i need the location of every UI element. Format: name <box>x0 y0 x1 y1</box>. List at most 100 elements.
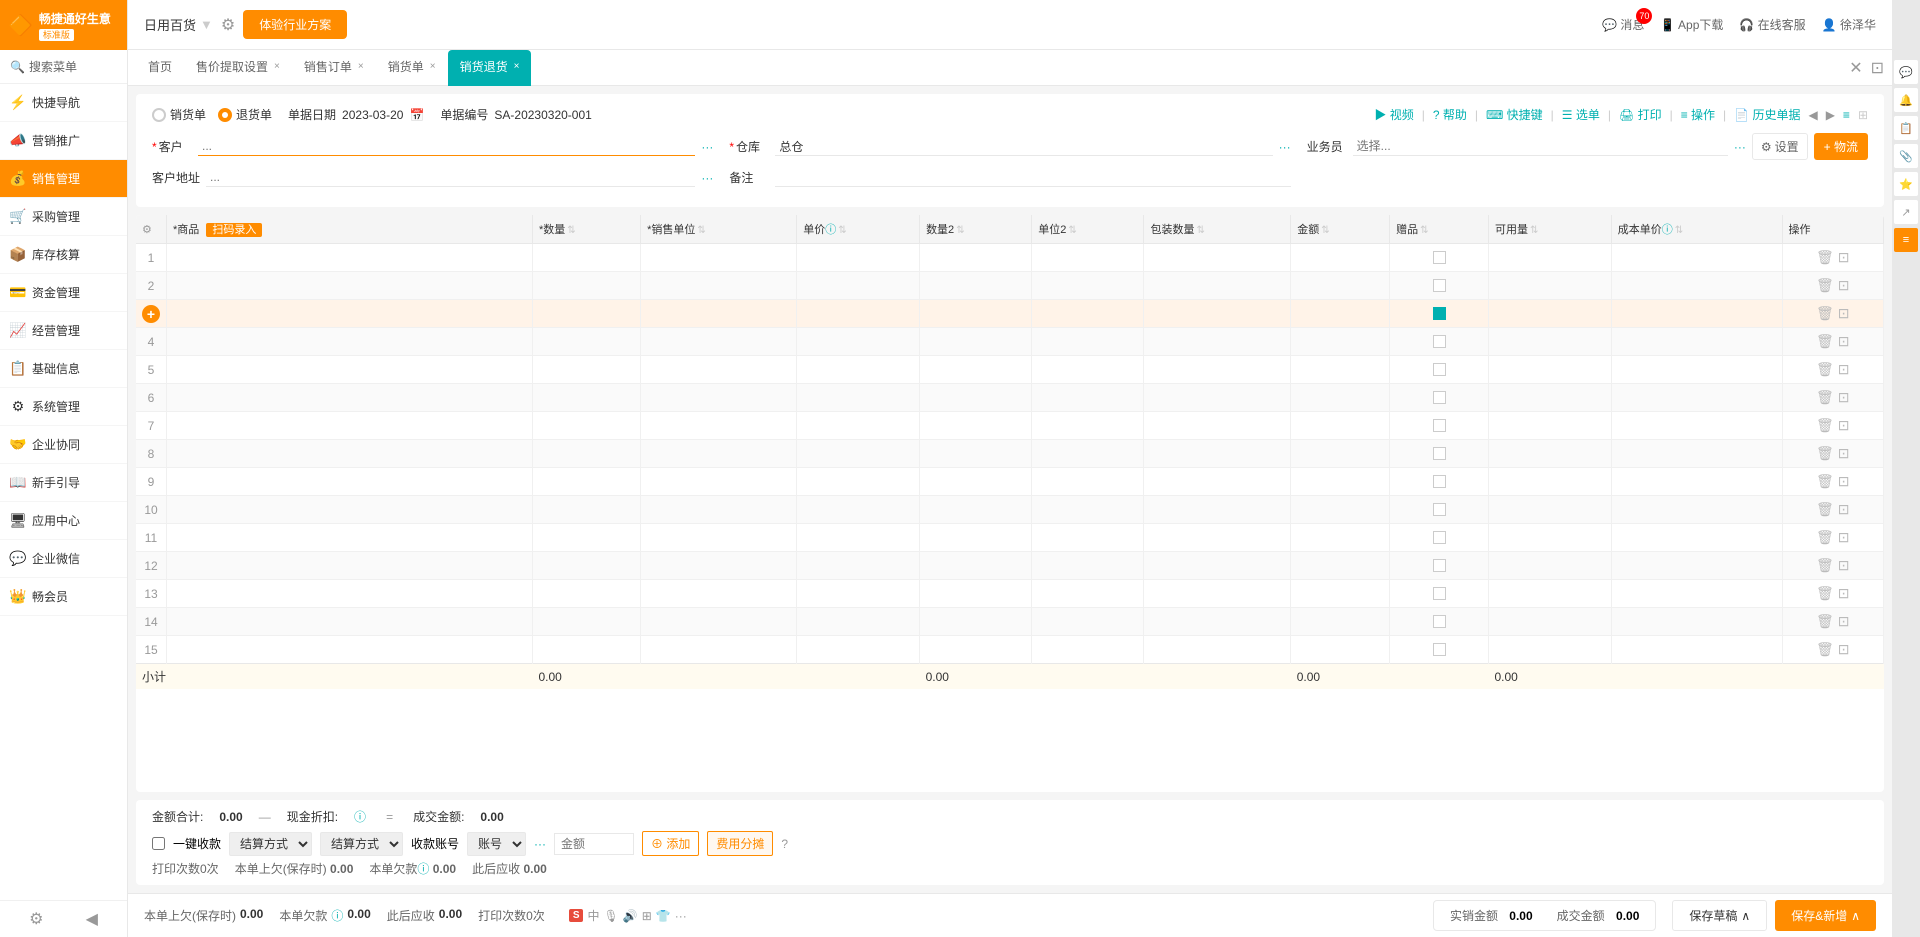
unit2-cell[interactable] <box>1032 300 1144 328</box>
amount-sort[interactable]: ⇅ <box>1321 225 1329 236</box>
amount-cell[interactable] <box>1291 636 1390 664</box>
qty2-cell[interactable] <box>920 384 1032 412</box>
amount-cell[interactable] <box>1291 356 1390 384</box>
pkg-qty-cell[interactable] <box>1144 328 1291 356</box>
sidebar-item-vip[interactable]: 👑 畅会员 <box>0 578 127 616</box>
select-btn[interactable]: ☰ 选单 <box>1562 106 1600 123</box>
unit2-cell[interactable] <box>1032 496 1144 524</box>
sidebar-item-purchase[interactable]: 🛒 采购管理 <box>0 198 127 236</box>
available-cell[interactable] <box>1488 524 1611 552</box>
amount-cell[interactable] <box>1291 580 1390 608</box>
right-icon-6[interactable]: ↗ <box>1894 200 1918 224</box>
delete-row-icon[interactable]: 🗑 <box>1816 613 1834 630</box>
delete-row-icon[interactable]: 🗑 <box>1816 361 1834 378</box>
qty2-cell[interactable] <box>920 300 1032 328</box>
pkg-qty-cell[interactable] <box>1144 300 1291 328</box>
salesperson-input[interactable] <box>1353 137 1728 156</box>
qty2-cell[interactable] <box>920 272 1032 300</box>
unit2-cell[interactable] <box>1032 356 1144 384</box>
product-cell[interactable] <box>167 356 533 384</box>
cost-price-cell[interactable] <box>1611 524 1782 552</box>
add-logistics-button[interactable]: + 物流 <box>1814 133 1868 160</box>
price-cell[interactable] <box>797 608 920 636</box>
sidebar-item-inventory[interactable]: 📦 库存核算 <box>0 236 127 274</box>
cost-sort[interactable]: ⇅ <box>1675 225 1683 236</box>
summary-method-select[interactable]: 结算方式 <box>320 832 403 856</box>
price-cell[interactable] <box>797 440 920 468</box>
unit2-cell[interactable] <box>1032 552 1144 580</box>
tab-price-settings[interactable]: 售价提取设置 × <box>184 50 292 86</box>
unit2-cell[interactable] <box>1032 468 1144 496</box>
cost-price-cell[interactable] <box>1611 328 1782 356</box>
delete-row-icon[interactable]: 🗑 <box>1816 333 1834 350</box>
unit2-cell[interactable] <box>1032 244 1144 272</box>
delete-row-icon[interactable]: 🗑 <box>1816 501 1834 518</box>
gift-checkbox[interactable] <box>1433 587 1446 600</box>
available-cell[interactable] <box>1488 580 1611 608</box>
unit2-cell[interactable] <box>1032 272 1144 300</box>
tab-sales-order[interactable]: 销售订单 × <box>292 50 376 86</box>
sidebar-item-basic-info[interactable]: 📋 基础信息 <box>0 350 127 388</box>
qty-cell[interactable] <box>532 524 640 552</box>
gift-checkbox[interactable] <box>1433 251 1446 264</box>
unit-cell[interactable] <box>641 440 797 468</box>
unit-cell[interactable] <box>641 328 797 356</box>
qty-sort[interactable]: ⇅ <box>567 225 575 236</box>
qty-cell[interactable] <box>532 552 640 580</box>
gift-checkbox[interactable] <box>1433 307 1446 320</box>
product-cell[interactable] <box>167 412 533 440</box>
available-cell[interactable] <box>1488 496 1611 524</box>
settings-button[interactable]: ⚙ 设置 <box>1752 133 1808 160</box>
gear-col-icon[interactable]: ⚙ <box>142 224 152 236</box>
amount-cell[interactable] <box>1291 440 1390 468</box>
gift-cell[interactable] <box>1390 524 1489 552</box>
cost-price-cell[interactable] <box>1611 496 1782 524</box>
unit-cell[interactable] <box>641 384 797 412</box>
price-cell[interactable] <box>797 384 920 412</box>
price-cell[interactable] <box>797 468 920 496</box>
gift-cell[interactable] <box>1390 384 1489 412</box>
available-cell[interactable] <box>1488 468 1611 496</box>
price-info-icon[interactable]: ⓘ <box>825 224 836 236</box>
available-cell[interactable] <box>1488 552 1611 580</box>
qty-cell[interactable] <box>532 412 640 440</box>
gift-checkbox[interactable] <box>1433 503 1446 516</box>
history-next-icon[interactable]: ▶ <box>1826 108 1835 122</box>
gift-cell[interactable] <box>1390 608 1489 636</box>
qty2-cell[interactable] <box>920 356 1032 384</box>
unit-cell[interactable] <box>641 356 797 384</box>
cost-price-cell[interactable] <box>1611 608 1782 636</box>
amount-more-btn[interactable]: ··· <box>534 837 546 851</box>
copy-row-icon[interactable]: ⊡ <box>1838 277 1850 294</box>
account-select[interactable]: 账号 <box>467 832 526 856</box>
customer-input[interactable] <box>198 137 695 156</box>
pkg-qty-cell[interactable] <box>1144 552 1291 580</box>
unit-cell[interactable] <box>641 272 797 300</box>
settings-topbar-icon[interactable]: ⚙ <box>221 15 235 35</box>
amount-cell[interactable] <box>1291 496 1390 524</box>
user-avatar[interactable]: 👤 徐泽华 <box>1822 16 1876 33</box>
right-icon-3[interactable]: 📋 <box>1894 116 1918 140</box>
amount-cell[interactable] <box>1291 524 1390 552</box>
tab-sales-return-close[interactable]: × <box>514 61 520 72</box>
app-download-link[interactable]: 📱 App下载 <box>1660 16 1723 33</box>
product-cell[interactable] <box>167 384 533 412</box>
gift-checkbox[interactable] <box>1433 615 1446 628</box>
amount-cell[interactable] <box>1291 412 1390 440</box>
sidebar-item-sales[interactable]: 💰 销售管理 <box>0 160 127 198</box>
qty-cell[interactable] <box>532 496 640 524</box>
cost-price-cell[interactable] <box>1611 244 1782 272</box>
add-payment-button[interactable]: ⊕ 添加 <box>642 831 699 856</box>
amount-input[interactable] <box>554 833 634 855</box>
sidebar-item-finance[interactable]: 💳 资金管理 <box>0 274 127 312</box>
available-cell[interactable] <box>1488 300 1611 328</box>
scan-btn[interactable]: 扫码录入 <box>206 223 262 237</box>
cost-price-cell[interactable] <box>1611 552 1782 580</box>
gift-cell[interactable] <box>1390 636 1489 664</box>
amount-cell[interactable] <box>1291 608 1390 636</box>
unit2-cell[interactable] <box>1032 636 1144 664</box>
unit2-cell[interactable] <box>1032 328 1144 356</box>
unit-cell[interactable] <box>641 524 797 552</box>
pkg-qty-cell[interactable] <box>1144 608 1291 636</box>
qty2-sort[interactable]: ⇅ <box>956 225 964 236</box>
